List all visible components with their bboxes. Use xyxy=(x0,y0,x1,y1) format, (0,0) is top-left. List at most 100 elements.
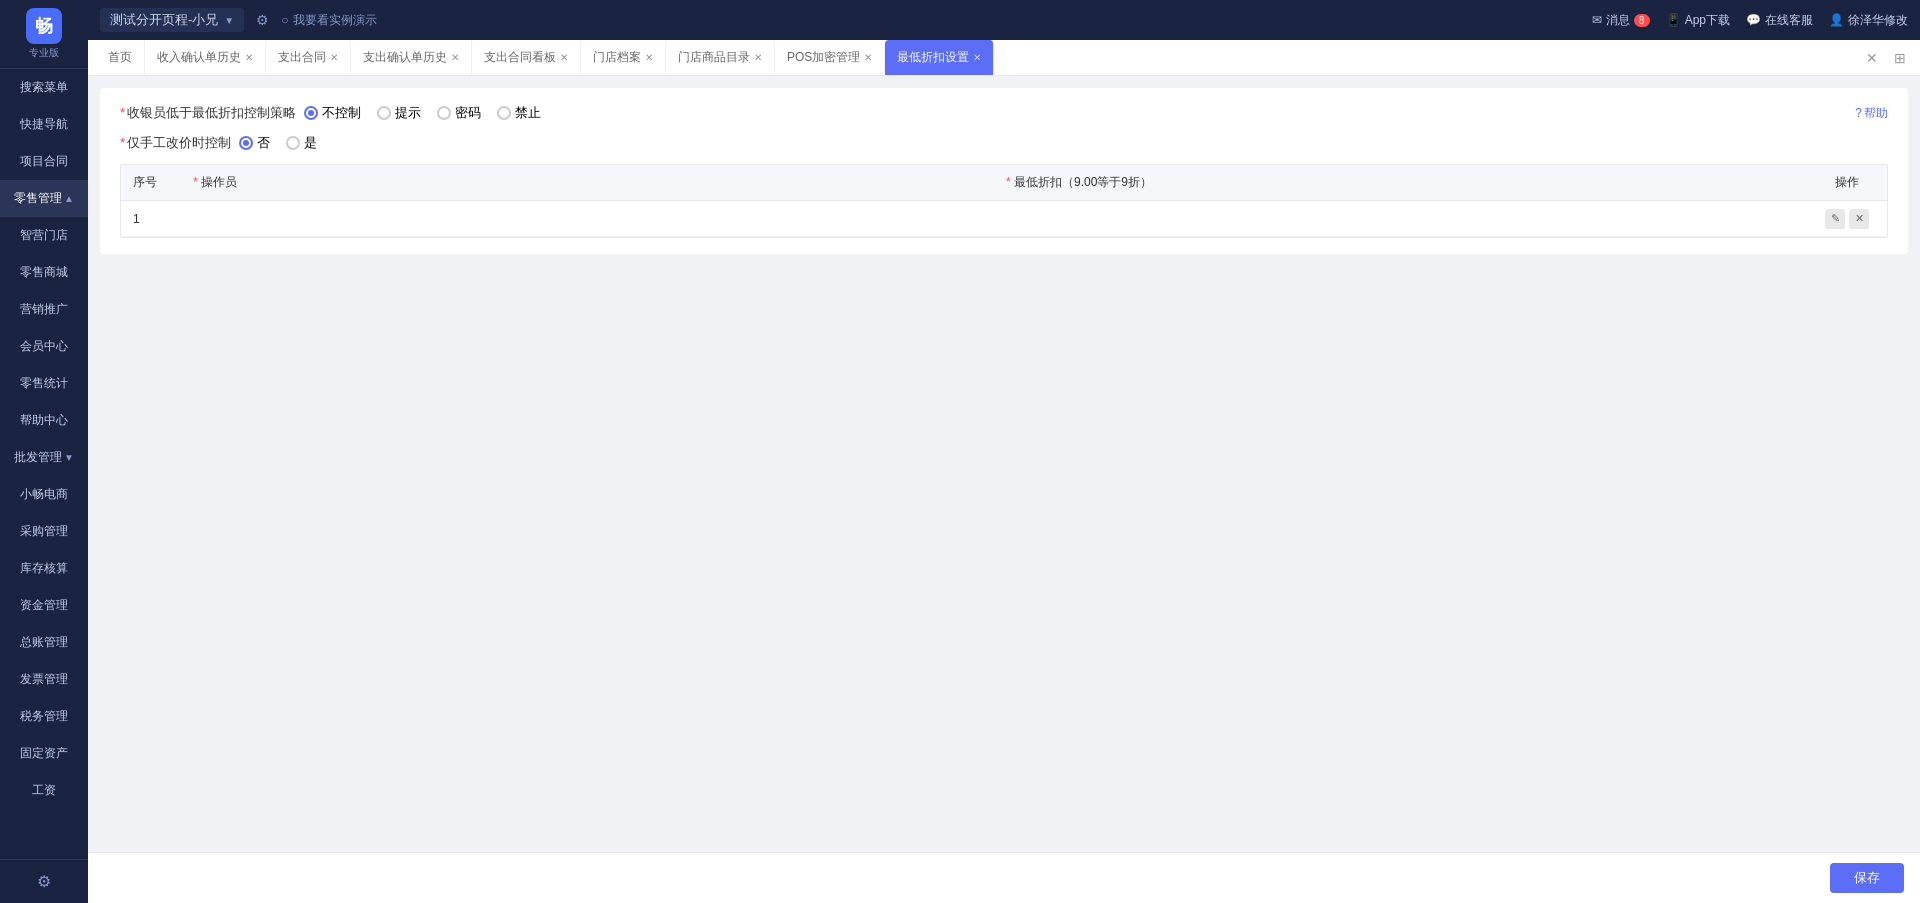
sidebar-item-inventory[interactable]: 库存核算 xyxy=(0,550,88,587)
sidebar-item-project[interactable]: 项目合同 xyxy=(0,143,88,180)
sidebar-item-wholesale[interactable]: 批发管理▼ xyxy=(0,439,88,476)
settings-icon[interactable]: ⚙ xyxy=(256,12,269,28)
sidebar-item-help[interactable]: 帮助中心 xyxy=(0,402,88,439)
close-icon[interactable]: ✕ xyxy=(645,52,653,63)
user-icon: 👤 xyxy=(1829,13,1844,27)
close-icon[interactable]: ✕ xyxy=(864,52,872,63)
cashier-control-label: 收银员低于最低折扣控制策略 xyxy=(120,104,296,122)
manual-control-radio-group: 否是 xyxy=(239,134,317,152)
radio-cashier-forbid[interactable]: 禁止 xyxy=(497,104,541,122)
message-btn[interactable]: ✉ 消息 8 xyxy=(1592,12,1650,29)
project-selector[interactable]: 测试分开页程-小兄 ▼ xyxy=(100,8,244,32)
sidebar-item-tax[interactable]: 税务管理 xyxy=(0,698,88,735)
sidebar-item-invoice[interactable]: 发票管理 xyxy=(0,661,88,698)
tab-label: 首页 xyxy=(108,49,132,66)
sidebar-item-marketing[interactable]: 营销推广 xyxy=(0,291,88,328)
sidebar-item-retail-stats[interactable]: 零售统计 xyxy=(0,365,88,402)
tab-payment-board[interactable]: 支出合同看板✕ xyxy=(472,40,581,76)
content-area: 收银员低于最低折扣控制策略 不控制提示密码禁止 ? 帮助 仅手工改价时控制 否是… xyxy=(88,76,1920,852)
close-icon[interactable]: ✕ xyxy=(330,52,338,63)
customer-service-btn[interactable]: 💬 在线客服 xyxy=(1746,12,1813,29)
message-label: 消息 xyxy=(1606,12,1630,29)
sidebar-item-label: 批发管理 xyxy=(14,449,62,466)
sidebar-item-ledger[interactable]: 总账管理 xyxy=(0,624,88,661)
app-download-btn[interactable]: 📱 App下载 xyxy=(1666,12,1730,29)
save-button[interactable]: 保存 xyxy=(1830,863,1904,893)
sidebar-item-smart-store[interactable]: 智营门店 xyxy=(0,217,88,254)
sidebar-item-label: 营销推广 xyxy=(20,301,68,318)
radio-label: 禁止 xyxy=(515,104,541,122)
radio-manual-yes[interactable]: 是 xyxy=(286,134,317,152)
sidebar-item-search[interactable]: 搜索菜单 xyxy=(0,69,88,106)
topbar-right: ✉ 消息 8 📱 App下载 💬 在线客服 👤 徐泽华修改 xyxy=(1592,12,1908,29)
sidebar-item-label: 零售商城 xyxy=(20,264,68,281)
tabbar: 首页收入确认单历史✕支出合同✕支出确认单历史✕支出合同看板✕门店档案✕门店商品目… xyxy=(88,40,1920,76)
tab-income[interactable]: 收入确认单历史✕ xyxy=(145,40,266,76)
radio-label: 是 xyxy=(304,134,317,152)
radio-manual-no[interactable]: 否 xyxy=(239,134,270,152)
radio-cashier-hint[interactable]: 提示 xyxy=(377,104,421,122)
sidebar-footer[interactable]: ⚙ xyxy=(0,859,88,903)
topbar: 测试分开页程-小兄 ▼ ⚙ ○ 我要看实例演示 ✉ 消息 8 📱 App下载 💬… xyxy=(88,0,1920,40)
sidebar-item-label: 采购管理 xyxy=(20,523,68,540)
sidebar-item-retail-mall[interactable]: 零售商城 xyxy=(0,254,88,291)
tab-label: 最低折扣设置 xyxy=(897,49,969,66)
tab-store-file[interactable]: 门店档案✕ xyxy=(581,40,666,76)
sidebar-item-label: 资金管理 xyxy=(20,597,68,614)
logo-text: 专业版 xyxy=(29,46,59,60)
tab-pos-encrypt[interactable]: POS加密管理✕ xyxy=(775,40,885,76)
service-icon: 💬 xyxy=(1746,13,1761,27)
help-label: 帮助 xyxy=(1864,105,1888,122)
sidebar-item-purchase[interactable]: 采购管理 xyxy=(0,513,88,550)
arrow-icon: ▼ xyxy=(64,452,74,463)
sidebar-item-label: 搜索菜单 xyxy=(20,79,68,96)
main-area: 测试分开页程-小兄 ▼ ⚙ ○ 我要看实例演示 ✉ 消息 8 📱 App下载 💬… xyxy=(88,0,1920,903)
sidebar-item-salary[interactable]: 工资 xyxy=(0,772,88,809)
delete-row-btn[interactable]: ✕ xyxy=(1849,209,1869,229)
radio-indicator xyxy=(497,106,511,120)
close-icon[interactable]: ✕ xyxy=(560,52,568,63)
sidebar-nav: 搜索菜单快捷导航项目合同零售管理▲ 智营门店零售商城营销推广会员中心零售统计帮助中… xyxy=(0,69,88,859)
demo-link[interactable]: ○ 我要看实例演示 xyxy=(281,12,376,29)
logo-icon: 畅 xyxy=(26,8,62,44)
tab-label: 门店商品目录 xyxy=(678,49,750,66)
settings-icon[interactable]: ⚙ xyxy=(37,872,51,891)
col-operator: * 操作员 xyxy=(181,174,994,191)
tab-min-discount[interactable]: 最低折扣设置 ✕ xyxy=(885,40,994,76)
close-icon[interactable]: ✕ xyxy=(245,52,253,63)
sidebar-item-label: 税务管理 xyxy=(20,708,68,725)
sidebar-item-finance[interactable]: 资金管理 xyxy=(0,587,88,624)
sidebar-item-label: 发票管理 xyxy=(20,671,68,688)
close-icon[interactable]: ✕ xyxy=(754,52,762,63)
sidebar-item-retail[interactable]: 零售管理▲ xyxy=(0,180,88,217)
sidebar-item-member[interactable]: 会员中心 xyxy=(0,328,88,365)
user-menu[interactable]: 👤 徐泽华修改 xyxy=(1829,12,1908,29)
sidebar: 畅 专业版 搜索菜单快捷导航项目合同零售管理▲ 智营门店零售商城营销推广会员中心零… xyxy=(0,0,88,903)
sidebar-item-ecommerce[interactable]: 小畅电商 xyxy=(0,476,88,513)
table-header: 序号 * 操作员 * 最低折扣（9.00等于9折） 操作 xyxy=(121,165,1887,201)
close-icon[interactable]: ✕ xyxy=(451,52,459,63)
edit-row-btn[interactable]: ✎ xyxy=(1825,209,1845,229)
settings-card: 收银员低于最低折扣控制策略 不控制提示密码禁止 ? 帮助 仅手工改价时控制 否是… xyxy=(100,88,1908,254)
radio-cashier-password[interactable]: 密码 xyxy=(437,104,481,122)
close-tab-btn[interactable]: ✕ xyxy=(1860,48,1884,68)
close-icon[interactable]: ✕ xyxy=(973,52,981,63)
sidebar-item-assets[interactable]: 固定资产 xyxy=(0,735,88,772)
tab-payment-confirm[interactable]: 支出确认单历史 ✕ xyxy=(351,40,472,76)
chevron-down-icon: ▼ xyxy=(224,15,234,26)
tab-store-product[interactable]: 门店商品目录 ✕ xyxy=(666,40,775,76)
tab-home[interactable]: 首页 xyxy=(96,40,145,76)
radio-indicator xyxy=(377,106,391,120)
help-link[interactable]: ? 帮助 xyxy=(1855,105,1888,122)
sidebar-item-label: 总账管理 xyxy=(20,634,68,651)
radio-cashier-no-control[interactable]: 不控制 xyxy=(304,104,361,122)
radio-label: 不控制 xyxy=(322,104,361,122)
tab-payment-contract[interactable]: 支出合同✕ xyxy=(266,40,351,76)
tab-label: 支出确认单历史 xyxy=(363,49,447,66)
sidebar-item-label: 智营门店 xyxy=(20,227,68,244)
sidebar-item-shortcut[interactable]: 快捷导航 xyxy=(0,106,88,143)
question-icon: ? xyxy=(1855,106,1862,120)
app-label: App下载 xyxy=(1685,12,1730,29)
expand-tab-btn[interactable]: ⊞ xyxy=(1888,48,1912,68)
sidebar-item-label: 小畅电商 xyxy=(20,486,68,503)
